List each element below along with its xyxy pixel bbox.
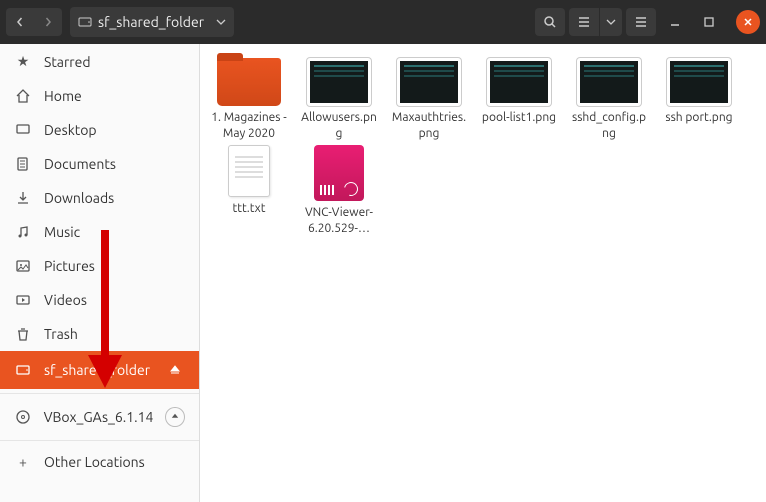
forward-button[interactable] <box>34 8 62 36</box>
sidebar-item-pictures[interactable]: Pictures <box>0 249 199 283</box>
file-item[interactable]: sshd_config.png <box>570 58 648 141</box>
file-item[interactable]: pool-list1.png <box>480 58 558 141</box>
eject-button[interactable] <box>165 407 185 427</box>
sidebar-item-home[interactable]: Home <box>0 79 199 113</box>
chevron-left-icon <box>15 17 25 27</box>
file-label: ttt.txt <box>233 201 266 217</box>
sidebar-item-label: Videos <box>44 292 87 308</box>
sidebar-item-music[interactable]: Music <box>0 215 199 249</box>
file-item[interactable]: Maxauthtries.png <box>390 58 468 141</box>
sidebar-item-label: Trash <box>44 326 78 342</box>
minimize-icon <box>669 16 681 28</box>
deb-icon <box>314 145 364 201</box>
list-icon <box>577 15 591 29</box>
folder-icon <box>217 58 281 106</box>
trash-icon <box>14 326 32 342</box>
desktop-icon <box>14 122 32 138</box>
sidebar-item-desktop[interactable]: Desktop <box>0 113 199 147</box>
sidebar-item-label: Music <box>44 224 80 240</box>
maximize-button[interactable] <box>694 8 724 36</box>
maximize-icon <box>703 16 715 28</box>
sidebar-item-label: VBox_GAs_6.1.14 <box>44 409 154 425</box>
sidebar-mount-vbox[interactable]: VBox_GAs_6.1.14 <box>0 398 199 436</box>
drive-icon <box>78 15 92 29</box>
search-icon <box>543 15 557 29</box>
sidebar-item-label: Desktop <box>44 122 97 138</box>
file-label: VNC-Viewer-6.20.529-… <box>300 205 378 236</box>
minimize-button[interactable] <box>660 8 690 36</box>
file-item[interactable]: Allowusers.png <box>300 58 378 141</box>
png-icon <box>577 58 641 106</box>
drive-icon <box>14 362 32 378</box>
pictures-icon <box>14 258 32 274</box>
sidebar-item-label: Downloads <box>44 190 114 206</box>
search-button[interactable] <box>535 8 565 36</box>
sidebar-item-label: Home <box>44 88 82 104</box>
back-button[interactable] <box>6 8 34 36</box>
sidebar-item-label: Documents <box>44 156 116 172</box>
file-item[interactable]: VNC-Viewer-6.20.529-… <box>300 145 378 236</box>
sidebar-other-locations[interactable]: + Other Locations <box>0 445 199 479</box>
menu-button[interactable] <box>626 8 656 36</box>
sidebar-item-label: sf_shared_folder <box>44 362 150 378</box>
home-icon <box>14 88 32 104</box>
sidebar-item-label: Other Locations <box>44 454 145 470</box>
eject-button[interactable] <box>165 360 185 380</box>
sidebar-item-label: Starred <box>44 54 91 70</box>
chevron-down-icon <box>216 19 226 25</box>
sidebar-item-videos[interactable]: Videos <box>0 283 199 317</box>
sidebar-item-label: Pictures <box>44 258 95 274</box>
file-label: pool-list1.png <box>482 110 556 126</box>
path-bar[interactable]: sf_shared_folder <box>70 7 234 37</box>
music-icon <box>14 224 32 240</box>
file-label: Allowusers.png <box>300 110 378 141</box>
png-icon <box>307 58 371 106</box>
chevron-right-icon <box>43 17 53 27</box>
png-icon <box>667 58 731 106</box>
downloads-icon <box>14 190 32 206</box>
sidebar-item-starred[interactable]: ★ Starred <box>0 44 199 79</box>
headerbar: sf_shared_folder <box>0 0 766 44</box>
sidebar: ★ Starred Home Desktop Documents Downloa… <box>0 44 200 502</box>
png-icon <box>487 58 551 106</box>
close-button[interactable] <box>736 10 760 34</box>
file-label: ssh port.png <box>665 110 732 126</box>
documents-icon <box>14 156 32 172</box>
file-item[interactable]: ttt.txt <box>210 145 288 236</box>
txt-icon <box>228 145 270 197</box>
file-item[interactable]: 1. Magazines - May 2020 <box>210 58 288 141</box>
disc-icon <box>14 409 32 425</box>
file-item[interactable]: ssh port.png <box>660 58 738 141</box>
view-options-button[interactable] <box>600 8 622 36</box>
view-list-button[interactable] <box>569 8 599 36</box>
eject-icon <box>170 365 180 375</box>
chevron-down-icon <box>606 19 616 25</box>
sidebar-item-documents[interactable]: Documents <box>0 147 199 181</box>
file-label: 1. Magazines - May 2020 <box>210 110 288 141</box>
file-label: Maxauthtries.png <box>390 110 468 141</box>
plus-icon: + <box>14 454 32 470</box>
file-label: sshd_config.png <box>570 110 648 141</box>
hamburger-icon <box>634 15 648 29</box>
file-view[interactable]: 1. Magazines - May 2020 Allowusers.png Max… <box>200 44 766 502</box>
png-icon <box>397 58 461 106</box>
location-label: sf_shared_folder <box>98 14 204 30</box>
close-icon <box>743 17 753 27</box>
sidebar-item-downloads[interactable]: Downloads <box>0 181 199 215</box>
eject-icon <box>171 413 179 421</box>
star-icon: ★ <box>14 53 32 70</box>
sidebar-item-trash[interactable]: Trash <box>0 317 199 351</box>
sidebar-mount-shared[interactable]: sf_shared_folder <box>0 351 199 389</box>
videos-icon <box>14 292 32 308</box>
